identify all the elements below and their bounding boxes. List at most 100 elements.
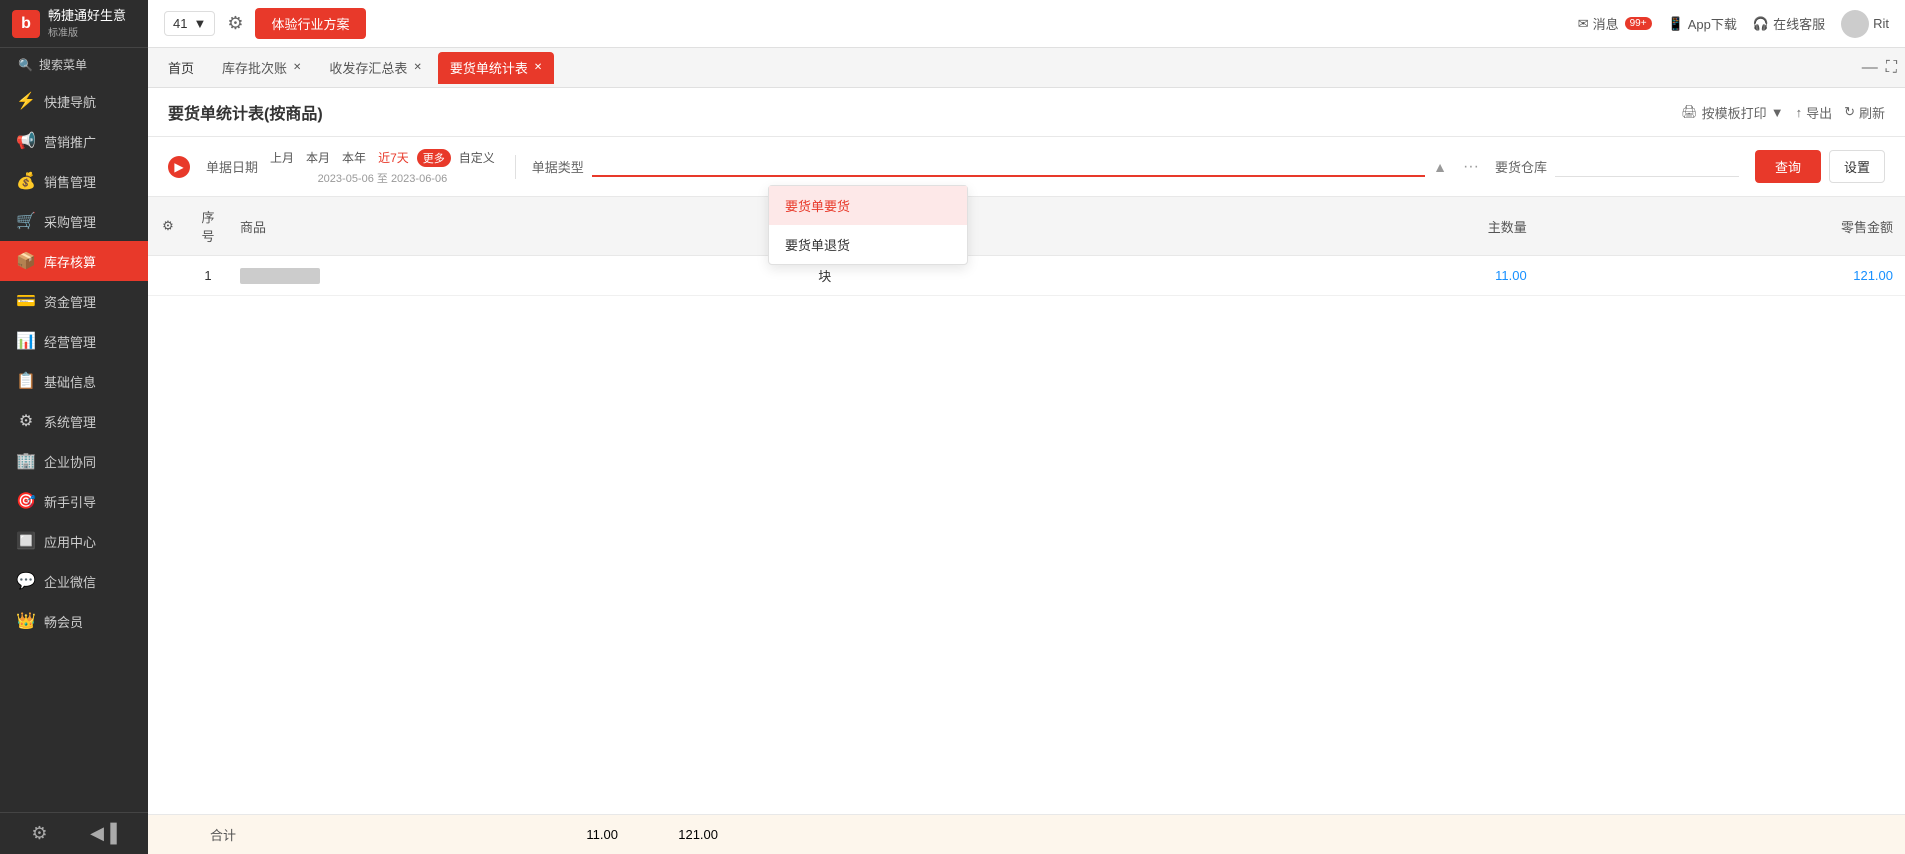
store-name: 41 xyxy=(173,16,187,31)
sidebar-collapse-btn[interactable]: ◀▐ xyxy=(90,823,117,844)
filter-warehouse-label: 要货仓库 xyxy=(1495,157,1547,176)
th-settings[interactable]: ⚙ xyxy=(148,197,188,256)
footer-label: 合计 xyxy=(160,825,430,844)
main-area: 41 ▼ ⚙ 体验行业方案 ✉ 消息 99+ 📱 App下载 🎧 在线客服 R xyxy=(148,0,1905,854)
sidebar-menu: ⚡ 快捷导航 📢 营销推广 💰 销售管理 🛒 采购管理 📦 库存核算 💳 资金管… xyxy=(0,81,148,812)
export-icon: ↑ xyxy=(1796,105,1803,120)
sales-icon: 💰 xyxy=(16,171,36,191)
search-menu-item[interactable]: 🔍 搜索菜单 xyxy=(0,48,148,81)
inventory-icon: 📦 xyxy=(16,251,36,271)
user-avatar xyxy=(1841,10,1869,38)
app-name: 畅捷通好生意 xyxy=(48,8,126,24)
product-name-blurred xyxy=(240,268,320,284)
tab-order-summary-close[interactable]: ✕ xyxy=(534,62,542,73)
search-label: 搜索菜单 xyxy=(39,56,87,73)
export-btn[interactable]: ↑ 导出 xyxy=(1796,103,1833,122)
filter-date-more-badge[interactable]: 更多 xyxy=(417,149,451,167)
app-center-icon: 🔲 xyxy=(16,531,36,551)
query-button[interactable]: 查询 xyxy=(1755,150,1821,183)
td-quantity[interactable]: 11.00 xyxy=(1235,256,1539,296)
sidebar-item-label: 营销推广 xyxy=(44,132,96,151)
refresh-icon: ↻ xyxy=(1844,104,1855,120)
tab-home-label: 首页 xyxy=(168,58,194,77)
filter-date-last-month[interactable]: 上月 xyxy=(266,147,298,168)
table-body: 1 块 11.00 121.00 xyxy=(148,256,1905,296)
filter-date-this-month[interactable]: 本月 xyxy=(302,147,334,168)
filter-expand-btn[interactable]: ▶ xyxy=(168,156,190,178)
user-name: Rit xyxy=(1873,16,1889,31)
sidebar-item-basic[interactable]: 📋 基础信息 xyxy=(0,361,148,401)
refresh-btn[interactable]: ↻ 刷新 xyxy=(1844,103,1885,122)
td-product xyxy=(228,256,806,296)
sidebar-item-label: 销售管理 xyxy=(44,172,96,191)
data-table: ⚙ 序号 商品 主计量单位 主数量 零售金额 1 xyxy=(148,197,1905,296)
phone-icon: 📱 xyxy=(1668,16,1684,32)
settings-button[interactable]: 设置 xyxy=(1829,150,1885,183)
sidebar-item-sales[interactable]: 💰 销售管理 xyxy=(0,161,148,201)
table-footer: 合计 11.00 121.00 xyxy=(148,814,1905,854)
filter-type-input[interactable] xyxy=(592,156,1425,177)
filter-type-dropdown-icon[interactable]: ▲ xyxy=(1433,159,1447,175)
tab-minimize-btn[interactable]: — xyxy=(1862,59,1878,77)
tab-expand-btn[interactable]: ⛶ xyxy=(1886,59,1897,77)
tab-receive-summary-close[interactable]: ✕ xyxy=(413,62,421,73)
sidebar-item-guide[interactable]: 🎯 新手引导 xyxy=(0,481,148,521)
message-item[interactable]: ✉ 消息 99+ xyxy=(1578,14,1652,33)
filter-date-custom[interactable]: 自定义 xyxy=(455,147,499,168)
sidebar-item-marketing[interactable]: 📢 营销推广 xyxy=(0,121,148,161)
filter-warehouse-input[interactable] xyxy=(1555,157,1739,177)
sidebar-item-purchase[interactable]: 🛒 采购管理 xyxy=(0,201,148,241)
tab-batch-account[interactable]: 库存批次账 ✕ xyxy=(210,52,313,84)
filter-divider xyxy=(515,155,516,179)
sidebar-item-label: 经营管理 xyxy=(44,332,96,351)
filter-type-label: 单据类型 xyxy=(532,157,584,176)
tab-receive-summary[interactable]: 收发存汇总表 ✕ xyxy=(317,52,433,84)
print-btn[interactable]: 🖨 按模板打印 ▼ xyxy=(1681,103,1783,122)
th-index: 序号 xyxy=(188,197,228,256)
topbar-settings-icon[interactable]: ⚙ xyxy=(227,13,243,34)
filter-date-7days[interactable]: 近7天 xyxy=(374,147,413,168)
sidebar-item-app-center[interactable]: 🔲 应用中心 xyxy=(0,521,148,561)
sidebar-item-operation[interactable]: 📊 经营管理 xyxy=(0,321,148,361)
footer-amount: 121.00 xyxy=(630,827,730,842)
sidebar-item-inventory[interactable]: 📦 库存核算 xyxy=(0,241,148,281)
member-icon: 👑 xyxy=(16,611,36,631)
print-dropdown-icon: ▼ xyxy=(1771,105,1784,120)
sidebar-item-finance[interactable]: 💳 资金管理 xyxy=(0,281,148,321)
trial-button[interactable]: 体验行业方案 xyxy=(255,8,365,39)
tabbar-actions: — ⛶ xyxy=(1862,59,1897,77)
refresh-label: 刷新 xyxy=(1859,103,1885,122)
sidebar-footer: ⚙ ◀▐ xyxy=(0,812,148,854)
footer-quantity: 11.00 xyxy=(530,827,630,842)
app-sub: 标准版 xyxy=(48,24,126,39)
app-download-item[interactable]: 📱 App下载 xyxy=(1668,14,1737,33)
app-download-label: App下载 xyxy=(1688,14,1737,33)
footer-total-text: 合计 xyxy=(210,828,236,843)
tab-batch-account-label: 库存批次账 xyxy=(222,58,287,77)
filter-more-icon[interactable]: ··· xyxy=(1463,158,1479,176)
dropdown-item-order-goods[interactable]: 要货单要货 xyxy=(769,186,967,225)
user-item[interactable]: Rit xyxy=(1841,10,1889,38)
store-selector[interactable]: 41 ▼ xyxy=(164,11,215,36)
tab-home[interactable]: 首页 xyxy=(156,52,206,84)
table-header-row: ⚙ 序号 商品 主计量单位 主数量 零售金额 xyxy=(148,197,1905,256)
td-amount[interactable]: 121.00 xyxy=(1539,256,1905,296)
dropdown-item-order-return[interactable]: 要货单退货 xyxy=(769,225,967,264)
sidebar-item-member[interactable]: 👑 畅会员 xyxy=(0,601,148,641)
sidebar-settings-btn[interactable]: ⚙ xyxy=(31,823,47,844)
online-service-item[interactable]: 🎧 在线客服 xyxy=(1753,14,1825,33)
sidebar-item-quick-nav[interactable]: ⚡ 快捷导航 xyxy=(0,81,148,121)
sidebar-item-enterprise[interactable]: 🏢 企业协同 xyxy=(0,441,148,481)
sidebar-item-system[interactable]: ⚙ 系统管理 xyxy=(0,401,148,441)
system-icon: ⚙ xyxy=(16,411,36,431)
enterprise-icon: 🏢 xyxy=(16,451,36,471)
filter-date-group: 单据日期 上月 本月 本年 近7天 更多 自定义 2023-05-06 至 20… xyxy=(206,147,499,186)
topbar: 41 ▼ ⚙ 体验行业方案 ✉ 消息 99+ 📱 App下载 🎧 在线客服 R xyxy=(148,0,1905,48)
tabbar: 首页 库存批次账 ✕ 收发存汇总表 ✕ 要货单统计表 ✕ — ⛶ xyxy=(148,48,1905,88)
tab-batch-account-close[interactable]: ✕ xyxy=(293,62,301,73)
filter-date-this-year[interactable]: 本年 xyxy=(338,147,370,168)
operation-icon: 📊 xyxy=(16,331,36,351)
sidebar-item-wechat[interactable]: 💬 企业微信 xyxy=(0,561,148,601)
sidebar-item-label: 快捷导航 xyxy=(44,92,96,111)
tab-order-summary[interactable]: 要货单统计表 ✕ xyxy=(438,52,554,84)
